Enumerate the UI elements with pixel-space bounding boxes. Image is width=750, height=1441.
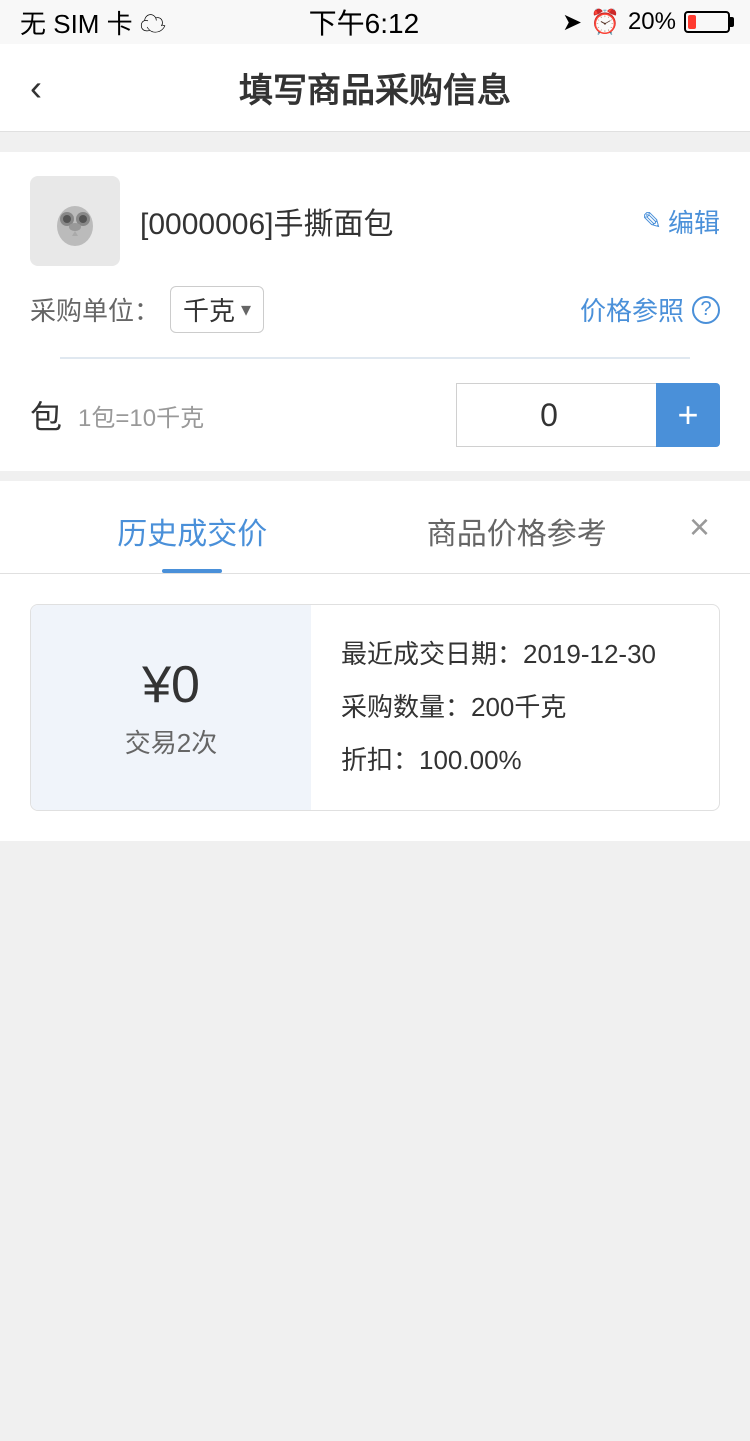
product-logo (40, 186, 110, 256)
tab-history-price[interactable]: 历史成交价 (30, 481, 354, 573)
edit-icon: ✎ (642, 207, 662, 236)
location-icon: ➤ (562, 8, 582, 37)
price-currency: ¥ (142, 656, 171, 714)
quantity-plus-button[interactable]: + (656, 383, 720, 447)
price-reference-button[interactable]: 价格参照 ? (580, 291, 720, 328)
quantity-conversion: 1包=10千克 (78, 398, 204, 433)
status-right: ➤ ⏰ 20% (562, 8, 730, 37)
price-detail-discount: 折扣：100.00% (341, 741, 689, 780)
unit-select[interactable]: 千克 ▾ (170, 286, 264, 333)
price-value: 0 (171, 656, 200, 714)
status-bar: 无 SIM 卡 ☁ 下午6:12 ➤ ⏰ 20% (0, 0, 750, 44)
tabs-row: 历史成交价 商品价格参考 × (0, 481, 750, 574)
product-left: [0000006]手撕面包 (30, 176, 393, 266)
price-ref-label: 价格参照 (580, 291, 684, 328)
status-time: 下午6:12 (309, 2, 420, 42)
product-name: [0000006]手撕面包 (140, 199, 393, 243)
product-header: [0000006]手撕面包 ✎ 编辑 (30, 176, 720, 266)
battery-fill (688, 15, 696, 29)
quantity-input[interactable] (456, 383, 656, 447)
tab-close-button[interactable]: × (679, 496, 720, 558)
separator-top (0, 132, 750, 152)
signal-text: 无 SIM 卡 ☁ (20, 4, 166, 41)
product-unit-row: 采购单位： 千克 ▾ 价格参照 ? (30, 286, 720, 333)
owl-logo-icon (45, 191, 105, 251)
alarm-icon: ⏰ (590, 8, 620, 37)
quantity-input-group: + (456, 383, 720, 447)
tab-product-price-ref[interactable]: 商品价格参考 (354, 481, 678, 573)
content-area (0, 841, 750, 1441)
price-detail-date: 最近成交日期：2019-12-30 (341, 635, 689, 674)
quantity-unit-label: 包 (30, 392, 62, 438)
status-left: 无 SIM 卡 ☁ (20, 4, 166, 41)
battery-icon (684, 11, 730, 33)
edit-label: 编辑 (668, 203, 720, 240)
history-content: ¥0 交易2次 最近成交日期：2019-12-30 采购数量：200千克 折扣：… (0, 574, 750, 841)
price-card: ¥0 交易2次 最近成交日期：2019-12-30 采购数量：200千克 折扣：… (30, 604, 720, 811)
price-card-right: 最近成交日期：2019-12-30 采购数量：200千克 折扣：100.00% (311, 605, 719, 810)
unit-value: 千克 (183, 291, 235, 328)
product-image (30, 176, 120, 266)
battery-percent: 20% (628, 8, 676, 36)
edit-button[interactable]: ✎ 编辑 (642, 203, 720, 240)
price-card-left: ¥0 交易2次 (31, 605, 311, 810)
page-title: 填写商品采购信息 (239, 63, 511, 112)
price-detail-quantity: 采购数量：200千克 (341, 688, 689, 727)
quantity-row: 包 1包=10千克 + (0, 359, 750, 471)
back-button[interactable]: ‹ (30, 67, 42, 109)
bottom-panel: 历史成交价 商品价格参考 × ¥0 交易2次 最近成交日期：2019-12-30… (0, 481, 750, 841)
chevron-down-icon: ▾ (241, 297, 251, 322)
unit-label: 采购单位： (30, 291, 160, 328)
quantity-left: 包 1包=10千克 (30, 392, 204, 438)
price-transactions: 交易2次 (125, 723, 217, 760)
product-card: [0000006]手撕面包 ✎ 编辑 采购单位： 千克 ▾ 价格参照 ? (0, 152, 750, 357)
price-main: ¥0 (142, 655, 200, 715)
help-icon: ? (692, 296, 720, 324)
nav-bar: ‹ 填写商品采购信息 (0, 44, 750, 132)
